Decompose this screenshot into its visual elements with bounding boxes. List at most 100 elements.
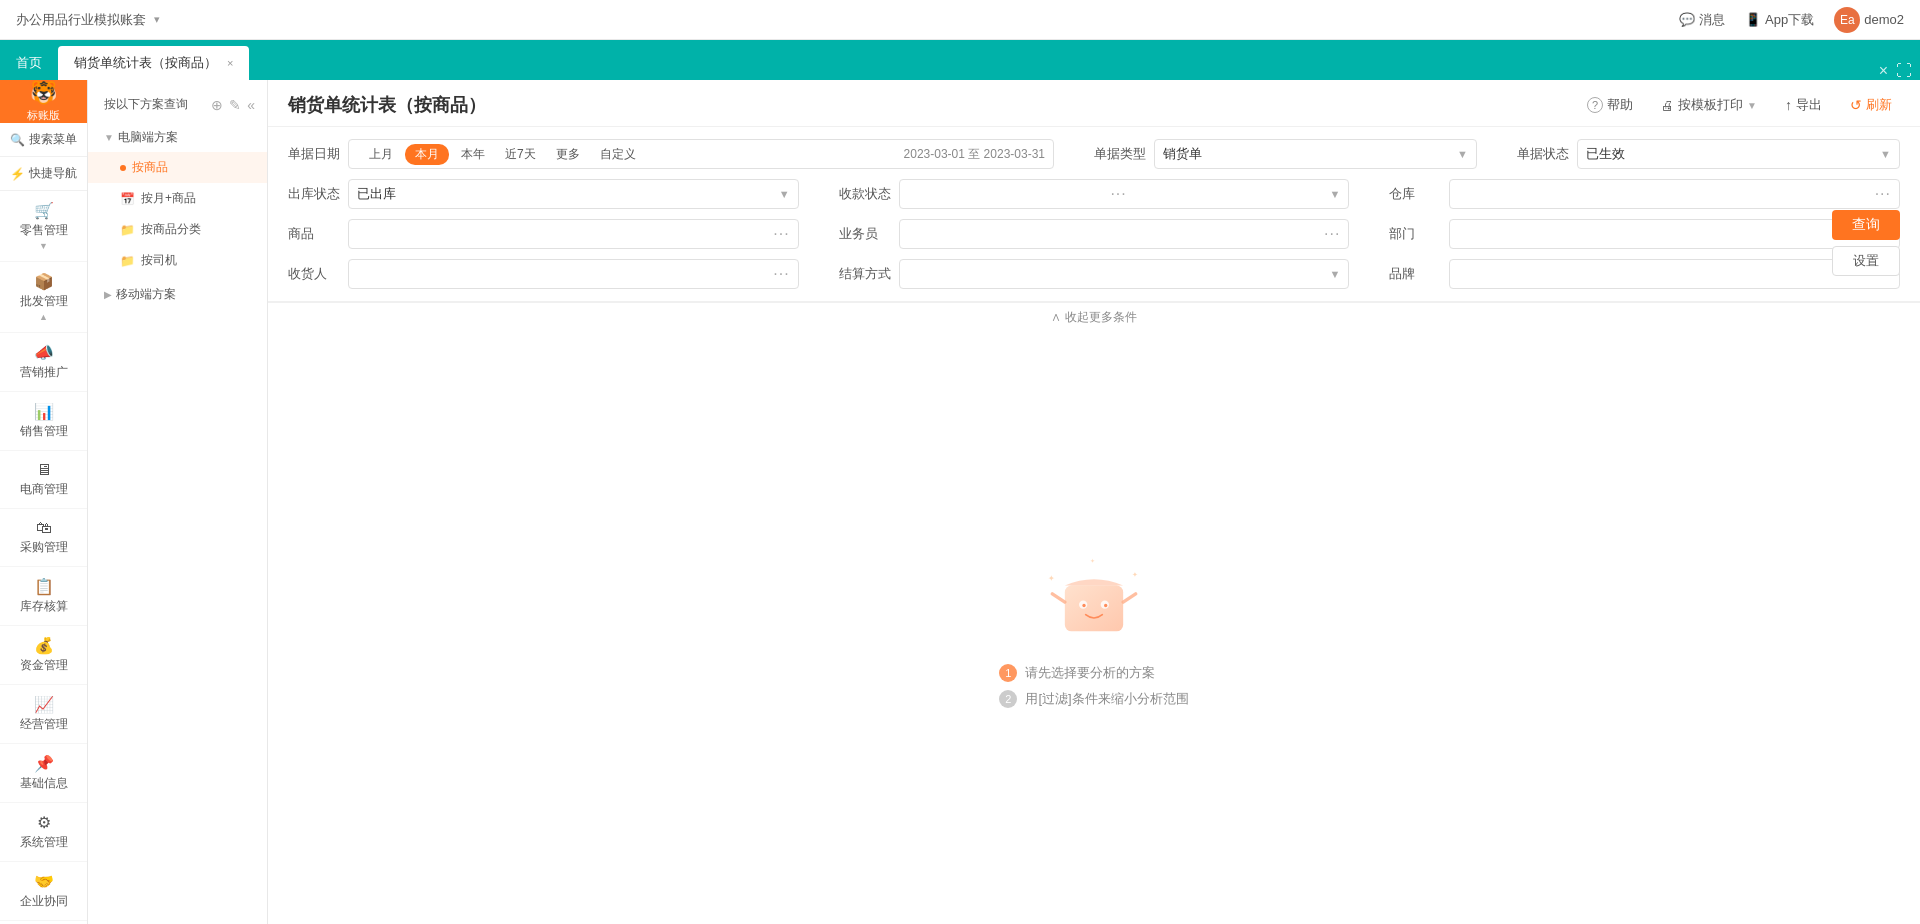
filter-date-range: 单据日期 上月 本月 本年 近7天 更多 自定义 20 [288,139,1054,169]
app-download-btn[interactable]: 📱 App下载 [1745,11,1814,29]
content-area: 按以下方案查询 ⊕ ✎ « ▼ 电脑端方案 按商品 [88,80,1920,924]
retail-expand-icon: ▼ [39,241,48,251]
tab-close-window-btn[interactable]: × [1879,62,1888,80]
sidebar-item-inventory[interactable]: 📋 库存核算 [0,567,87,626]
filter-payment-status: 收款状态 ··· ▼ [839,179,1350,209]
filter-area: 单据日期 上月 本月 本年 近7天 更多 自定义 20 [268,127,1920,302]
sidebar-item-quicknav[interactable]: ⚡ 快捷导航 [0,157,87,191]
sidebar-item-sales[interactable]: 📊 销售管理 [0,392,87,451]
filter-product: 商品 ··· [288,219,799,249]
date-tab-more[interactable]: 更多 [548,144,588,165]
empty-tip-2: 2 用[过滤]条件来缩小分析范围 [999,690,1188,708]
message-icon: 💬 [1679,12,1695,27]
query-button[interactable]: 查询 [1832,210,1900,240]
refresh-btn[interactable]: ↺ 刷新 [1842,92,1900,118]
svg-text:✦: ✦ [1132,571,1138,578]
svg-line-6 [1123,594,1136,602]
doc-type-control[interactable]: 销货单 ▼ [1154,139,1477,169]
user-profile-btn[interactable]: Ea demo2 [1834,7,1904,33]
scheme-add-icon[interactable]: ⊕ [211,97,223,113]
warehouse-control[interactable]: ··· [1449,179,1900,209]
tab-report[interactable]: 销货单统计表（按商品） × [58,46,249,80]
tab-bar-controls: × ⛶ [1879,62,1920,80]
svg-rect-0 [1065,586,1123,632]
sidebar-item-wholesale[interactable]: 📦 批发管理 ▲ [0,262,87,333]
doc-status-control[interactable]: 已生效 ▼ [1577,139,1900,169]
sidebar: 🐯 标账版 🔍 搜索菜单 ⚡ 快捷导航 🛒 零售管理 ▼ 📦 批发管理 ▲ [0,80,88,924]
sidebar-item-system[interactable]: ⚙ 系统管理 [0,803,87,862]
scheme-item-by-product[interactable]: 按商品 [88,152,267,183]
collapse-bar[interactable]: ∧ 收起更多条件 [268,302,1920,332]
payment-label: 收款状态 [839,185,899,203]
left-panel: 按以下方案查询 ⊕ ✎ « ▼ 电脑端方案 按商品 [88,80,268,924]
svg-line-5 [1052,594,1065,602]
scheme-collapse-icon[interactable]: « [247,97,255,113]
template-print-btn[interactable]: 🖨 按模板打印 ▼ [1653,92,1765,118]
scheme-item-by-cashier[interactable]: 📁 按司机 [88,245,267,276]
date-tab-7days[interactable]: 近7天 [497,144,544,165]
brand-label: 品牌 [1389,265,1449,283]
sidebar-item-ecommerce[interactable]: 🖥 电商管理 [0,451,87,509]
dept-label: 部门 [1389,225,1449,243]
outbound-value: 已出库 [357,185,396,203]
tab-fullscreen-btn[interactable]: ⛶ [1896,62,1912,80]
filter-doc-status: 单据状态 已生效 ▼ [1517,139,1900,169]
enterprise-icon: 🤝 [34,872,54,891]
wholesale-expand-icon: ▲ [39,312,48,322]
date-range-control[interactable]: 上月 本月 本年 近7天 更多 自定义 2023-03-01 至 2023-03… [348,139,1054,169]
avatar: Ea [1834,7,1860,33]
cashier-icon: 📁 [120,254,135,268]
filter-row-2: 出库状态 已出库 ▼ 收款状态 ··· ▼ [288,179,1900,209]
message-btn[interactable]: 💬 消息 [1679,11,1725,29]
sidebar-item-retail[interactable]: 🛒 零售管理 ▼ [0,191,87,262]
sidebar-item-enterprise[interactable]: 🤝 企业协同 [0,862,87,921]
phone-icon: 📱 [1745,12,1761,27]
date-tab-last-month[interactable]: 上月 [361,144,401,165]
date-tab-custom[interactable]: 自定义 [592,144,644,165]
scheme-item-by-category[interactable]: 📁 按商品分类 [88,214,267,245]
operations-icon: 📈 [34,695,54,714]
scheme-item-by-month-product[interactable]: 📅 按月+商品 [88,183,267,214]
export-btn[interactable]: ↑ 导出 [1777,92,1830,118]
left-panel-header: 按以下方案查询 ⊕ ✎ « [88,90,267,119]
scheme-edit-icon[interactable]: ✎ [229,97,241,113]
sidebar-item-search[interactable]: 🔍 搜索菜单 [0,123,87,157]
tab-close-icon[interactable]: × [227,57,233,69]
settings-button[interactable]: 设置 [1832,246,1900,276]
top-bar-title: 办公用品行业模拟账套 [16,11,146,29]
doc-type-label: 单据类型 [1094,145,1154,163]
system-icon: ⚙ [37,813,51,832]
settlement-control[interactable]: ▼ [899,259,1350,289]
sidebar-item-basicinfo[interactable]: 📌 基础信息 [0,744,87,803]
calendar-icon: 📅 [120,192,135,206]
page-actions: ? 帮助 🖨 按模板打印 ▼ ↑ 导出 ↺ [1579,92,1900,118]
right-main: 销货单统计表（按商品） ? 帮助 🖨 按模板打印 ▼ ↑ [268,80,1920,924]
salesperson-control[interactable]: ··· [899,219,1350,249]
query-btn-panel: 查询 设置 [1832,210,1900,276]
date-range-text: 2023-03-01 至 2023-03-31 [904,146,1045,163]
sidebar-item-finance[interactable]: 💰 资金管理 [0,626,87,685]
outbound-control[interactable]: 已出库 ▼ [348,179,799,209]
sidebar-item-marketing[interactable]: 📣 营销推广 [0,333,87,392]
outbound-caret: ▼ [779,188,790,200]
tab-bar: 首页 销货单统计表（按商品） × × ⛶ [0,40,1920,80]
tab-home[interactable]: 首页 [0,46,58,80]
sidebar-item-purchase[interactable]: 🛍 采购管理 [0,509,87,567]
sidebar-item-operations[interactable]: 📈 经营管理 [0,685,87,744]
receiver-control[interactable]: ··· [348,259,799,289]
folder-icon: 📁 [120,223,135,237]
empty-state: ✦ ✦ ✦ 1 请先选择要分析的方案 2 用[过滤]条件来缩小分析范围 [268,332,1920,924]
date-tab-this-year[interactable]: 本年 [453,144,493,165]
payment-caret: ▼ [1329,188,1340,200]
date-tab-this-month[interactable]: 本月 [405,144,449,165]
product-control[interactable]: ··· [348,219,799,249]
inventory-icon: 📋 [34,577,54,596]
top-bar-right: 💬 消息 📱 App下载 Ea demo2 [1679,7,1904,33]
help-btn[interactable]: ? 帮助 [1579,92,1641,118]
payment-control[interactable]: ··· ▼ [899,179,1350,209]
topbar-dropdown-icon[interactable]: ▾ [154,13,160,26]
scheme-group-mobile-title[interactable]: ▶ 移动端方案 [88,280,267,309]
salesperson-label: 业务员 [839,225,899,243]
scheme-group-pc-title[interactable]: ▼ 电脑端方案 [88,123,267,152]
salesperson-dots: ··· [1324,225,1340,243]
